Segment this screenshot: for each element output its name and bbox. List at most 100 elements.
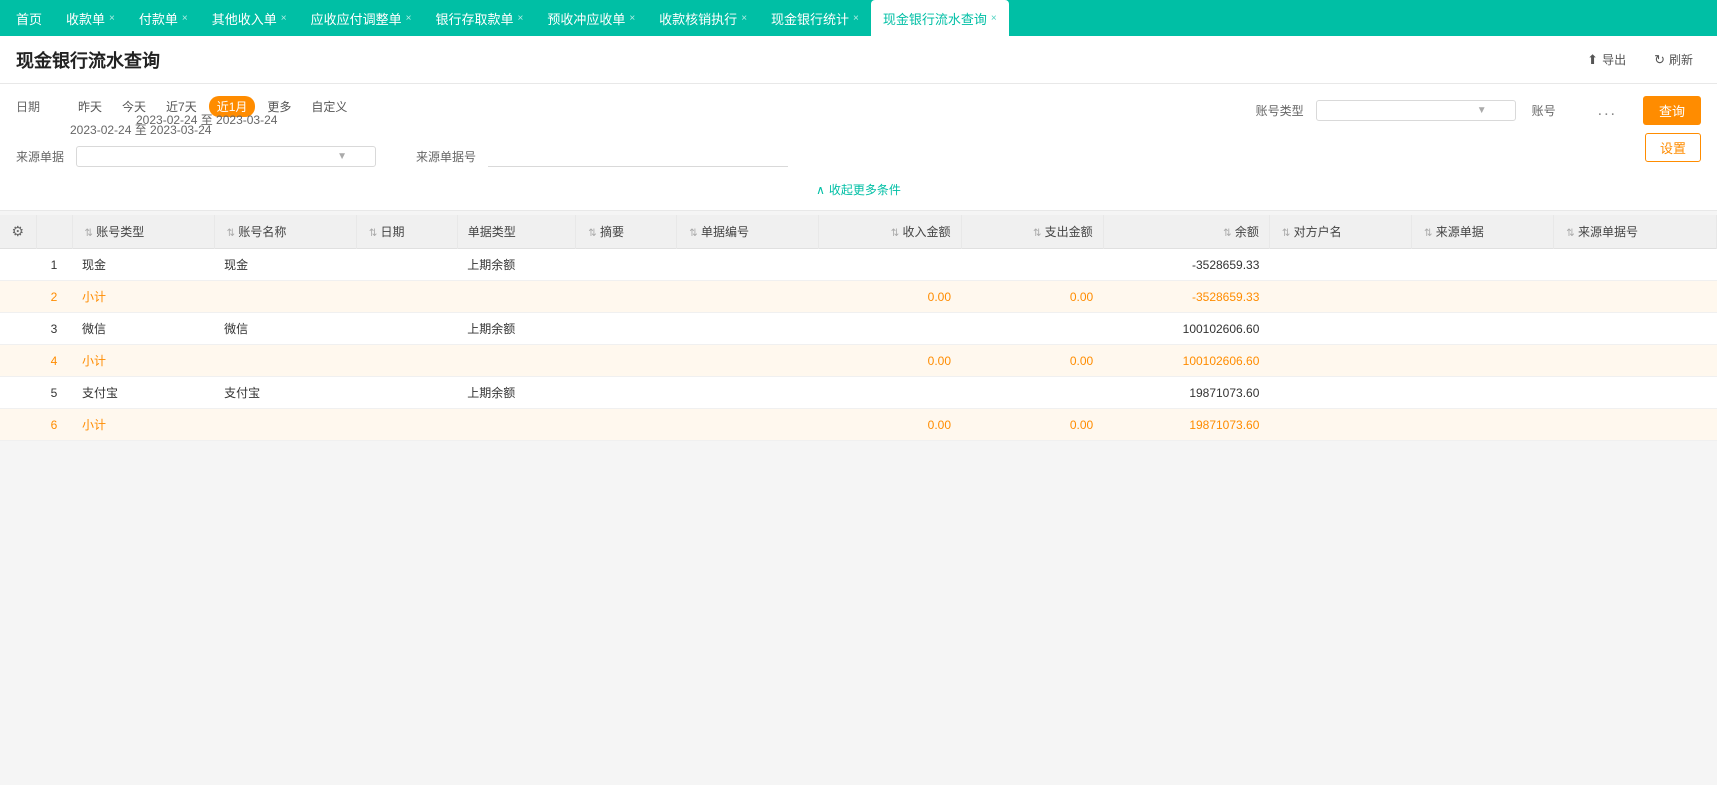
refresh-button[interactable]: ↻ 刷新: [1646, 47, 1701, 72]
column-gear[interactable]: ⚙: [0, 215, 36, 249]
cell-balance: 19871073.60: [1103, 409, 1269, 441]
sort-arrows: ⇅: [227, 228, 235, 239]
column-date[interactable]: ⇅ 日期: [356, 215, 457, 249]
source-doc-select[interactable]: ▼: [76, 146, 376, 167]
close-icon[interactable]: ×: [853, 13, 859, 24]
table-area: ⚙ ⇅ 账号类型 ⇅ 账号名称 ⇅ 日期 单据类型: [0, 215, 1717, 441]
date-btn-custom[interactable]: 自定义: [303, 96, 355, 117]
close-icon[interactable]: ×: [281, 13, 287, 24]
column-summary[interactable]: ⇅ 摘要: [576, 215, 677, 249]
query-button[interactable]: 查询: [1643, 96, 1701, 125]
close-icon[interactable]: ×: [991, 13, 997, 24]
cell-seq: 3: [36, 313, 72, 345]
nav-item-adjustment[interactable]: 应收应付调整单 ×: [299, 0, 424, 36]
nav-item-home[interactable]: 首页: [4, 0, 54, 36]
nav-item-receipt[interactable]: 收款单 ×: [54, 0, 127, 36]
account-dots[interactable]: ...: [1592, 102, 1623, 120]
cell-account-type: 支付宝: [72, 377, 214, 409]
table-body: 1现金现金上期余额-3528659.332小计0.000.00-3528659.…: [0, 249, 1717, 441]
nav-label-payment: 付款单: [139, 9, 178, 28]
cell-source-doc-no: [1554, 345, 1717, 377]
column-account-name[interactable]: ⇅ 账号名称: [214, 215, 356, 249]
cell-counterpart: [1269, 345, 1411, 377]
page-header: 现金银行流水查询 ⬆ 导出 ↻ 刷新: [0, 36, 1717, 84]
column-source-doc[interactable]: ⇅ 来源单据: [1412, 215, 1554, 249]
nav-item-other-income[interactable]: 其他收入单 ×: [200, 0, 299, 36]
date-label: 日期: [16, 98, 64, 115]
close-icon[interactable]: ×: [517, 13, 523, 24]
nav-item-payment[interactable]: 付款单 ×: [127, 0, 200, 36]
cell-seq: 6: [36, 409, 72, 441]
column-income[interactable]: ⇅ 收入金额: [819, 215, 961, 249]
filter-row-source: 来源单据 ▼ 来源单据号: [16, 146, 1236, 167]
cell-expense: [961, 377, 1103, 409]
close-icon[interactable]: ×: [182, 13, 188, 24]
cell-gear: [0, 313, 36, 345]
cell-account-name: 现金: [214, 249, 356, 281]
cell-balance: -3528659.33: [1103, 249, 1269, 281]
cell-account-type: 现金: [72, 249, 214, 281]
cell-date: [356, 345, 457, 377]
account-type-select[interactable]: ▼: [1316, 100, 1516, 121]
cell-expense: [961, 249, 1103, 281]
nav-item-advance[interactable]: 预收冲应收单 ×: [535, 0, 647, 36]
cell-date: [356, 249, 457, 281]
nav-item-writeoff[interactable]: 收款核销执行 ×: [647, 0, 759, 36]
sort-arrows: ⇅: [891, 228, 899, 239]
nav-item-bank-withdrawal[interactable]: 银行存取款单 ×: [423, 0, 535, 36]
column-doc-no[interactable]: ⇅ 单据编号: [677, 215, 819, 249]
cell-account-type: 小计: [72, 345, 214, 377]
cell-source-doc: [1412, 249, 1554, 281]
cell-account-name: 支付宝: [214, 377, 356, 409]
column-source-doc-no[interactable]: ⇅ 来源单据号: [1554, 215, 1717, 249]
account-filter: 账号 ...: [1532, 102, 1623, 120]
column-counterpart[interactable]: ⇅ 对方户名: [1269, 215, 1411, 249]
close-icon[interactable]: ×: [629, 13, 635, 24]
chevron-down-icon: ▼: [337, 151, 347, 162]
cell-source-doc-no: [1554, 313, 1717, 345]
nav-label-stats: 现金银行统计: [771, 9, 849, 28]
account-type-filter: 账号类型 ▼: [1256, 100, 1516, 121]
cell-source-doc: [1412, 281, 1554, 313]
close-icon[interactable]: ×: [109, 13, 115, 24]
column-doc-type[interactable]: 单据类型: [457, 215, 576, 249]
nav-item-stats[interactable]: 现金银行统计 ×: [759, 0, 871, 36]
sort-arrows: ⇅: [369, 228, 377, 239]
nav-item-cashflow[interactable]: 现金银行流水查询 ×: [871, 0, 1009, 36]
cell-gear: [0, 409, 36, 441]
source-doc-no-filter: 来源单据号: [416, 146, 788, 167]
cell-doc-no: [677, 281, 819, 313]
source-doc-filter: 来源单据 ▼: [16, 146, 376, 167]
sort-arrows: ⇅: [1282, 228, 1290, 239]
cell-date: [356, 313, 457, 345]
export-button[interactable]: ⬆ 导出: [1579, 47, 1634, 72]
cell-summary: [576, 249, 677, 281]
cell-balance: 100102606.60: [1103, 313, 1269, 345]
cell-doc-type: [457, 281, 576, 313]
close-icon[interactable]: ×: [741, 13, 747, 24]
cell-source-doc: [1412, 345, 1554, 377]
source-doc-no-input[interactable]: [488, 146, 788, 167]
cell-source-doc: [1412, 377, 1554, 409]
column-expense[interactable]: ⇅ 支出金额: [961, 215, 1103, 249]
date-btn-yesterday[interactable]: 昨天: [70, 96, 110, 117]
cell-account-type: 小计: [72, 409, 214, 441]
sort-arrows: ⇅: [85, 228, 93, 239]
close-icon[interactable]: ×: [406, 13, 412, 24]
cell-seq: 1: [36, 249, 72, 281]
nav-label-advance: 预收冲应收单: [547, 9, 625, 28]
cell-gear: [0, 377, 36, 409]
cell-summary: [576, 377, 677, 409]
cell-counterpart: [1269, 281, 1411, 313]
cell-source-doc: [1412, 313, 1554, 345]
cell-source-doc: [1412, 409, 1554, 441]
setting-button[interactable]: 设置: [1645, 133, 1701, 162]
column-balance[interactable]: ⇅ 余额: [1103, 215, 1269, 249]
nav-label-writeoff: 收款核销执行: [659, 9, 737, 28]
collapse-label: 收起更多条件: [829, 181, 901, 198]
table-header-row: ⚙ ⇅ 账号类型 ⇅ 账号名称 ⇅ 日期 单据类型: [0, 215, 1717, 249]
nav-label-adjustment: 应收应付调整单: [311, 9, 402, 28]
cell-income: [819, 249, 961, 281]
collapse-bar[interactable]: ∧ 收起更多条件: [16, 181, 1701, 198]
column-account-type[interactable]: ⇅ 账号类型: [72, 215, 214, 249]
